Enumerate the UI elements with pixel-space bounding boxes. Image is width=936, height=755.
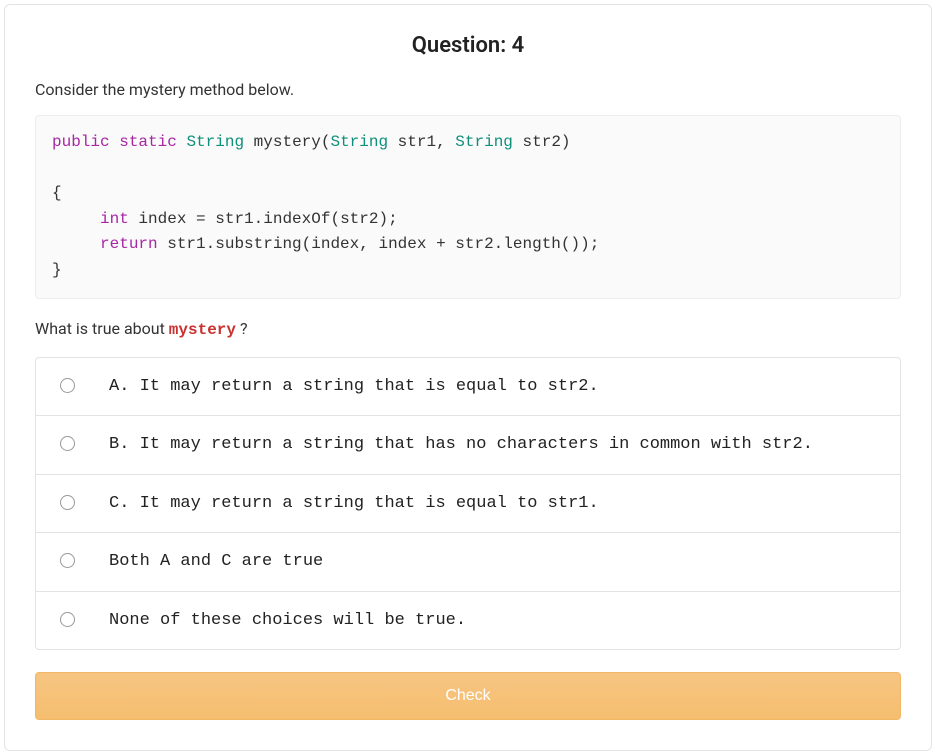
option-row[interactable]: Both A and C are true (36, 533, 900, 592)
option-row[interactable]: C. It may return a string that is equal … (36, 475, 900, 534)
code-token: str1, (388, 133, 455, 151)
option-row[interactable]: B. It may return a string that has no ch… (36, 416, 900, 475)
followup-pre: What is true about (35, 319, 169, 338)
option-text: None of these choices will be true. (109, 608, 882, 634)
code-token (52, 210, 100, 228)
options-list: A. It may return a string that is equal … (35, 357, 901, 651)
code-token: public (52, 133, 110, 151)
question-title: Question: 4 (35, 33, 901, 58)
question-followup: What is true about mystery ? (35, 319, 901, 339)
check-button[interactable]: Check (35, 672, 901, 720)
code-token: String (330, 133, 388, 151)
code-token: String (455, 133, 513, 151)
code-token: return (100, 235, 158, 253)
code-token: index = str1.indexOf(str2); (129, 210, 398, 228)
followup-post: ? (236, 319, 248, 338)
option-text: Both A and C are true (109, 549, 882, 575)
code-token: mystery( (254, 133, 331, 151)
option-text: C. It may return a string that is equal … (109, 491, 882, 517)
option-text: A. It may return a string that is equal … (109, 374, 882, 400)
question-card: Question: 4 Consider the mystery method … (4, 4, 932, 751)
code-token: String (186, 133, 244, 151)
code-token: str2) (513, 133, 571, 151)
option-text: B. It may return a string that has no ch… (109, 432, 882, 458)
code-token: } (52, 261, 62, 279)
radio-icon[interactable] (60, 495, 75, 510)
question-prompt: Consider the mystery method below. (35, 80, 901, 99)
radio-icon[interactable] (60, 612, 75, 627)
code-token (52, 235, 100, 253)
followup-code: mystery (169, 321, 236, 339)
code-block: public static String mystery(String str1… (35, 115, 901, 299)
code-token: static (119, 133, 177, 151)
option-row[interactable]: A. It may return a string that is equal … (36, 358, 900, 417)
code-token: str1.substring(index, index + str2.lengt… (158, 235, 600, 253)
code-token: int (100, 210, 129, 228)
radio-icon[interactable] (60, 436, 75, 451)
radio-icon[interactable] (60, 378, 75, 393)
code-token: { (52, 184, 62, 202)
option-row[interactable]: None of these choices will be true. (36, 592, 900, 650)
radio-icon[interactable] (60, 553, 75, 568)
